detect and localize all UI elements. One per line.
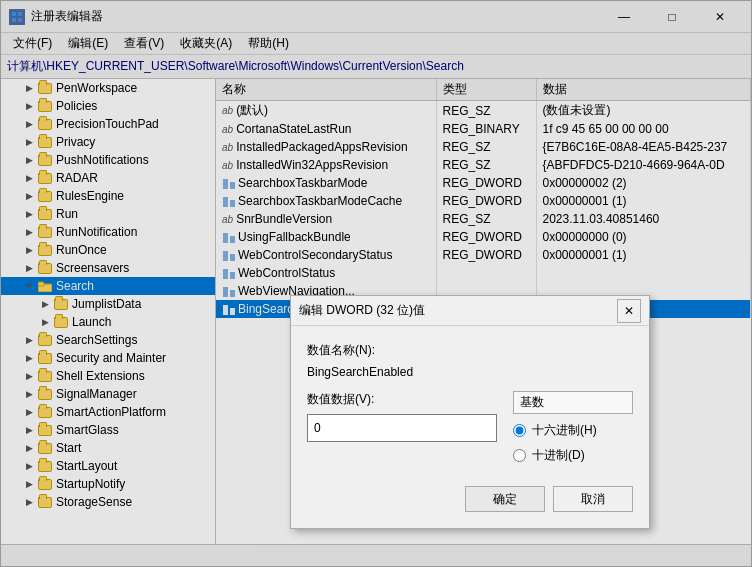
dec-radio-item[interactable]: 十进制(D) bbox=[513, 445, 633, 466]
edit-dword-dialog: 编辑 DWORD (32 位)值 ✕ 数值名称(N): BingSearchEn… bbox=[290, 295, 650, 529]
hex-radio[interactable] bbox=[513, 424, 526, 437]
dialog-body: 数值名称(N): BingSearchEnabled 数值数据(V): 基数 十… bbox=[291, 326, 649, 528]
name-value: BingSearchEnabled bbox=[307, 365, 633, 379]
dialog-close-button[interactable]: ✕ bbox=[617, 299, 641, 323]
dec-label: 十进制(D) bbox=[532, 447, 585, 464]
dec-radio[interactable] bbox=[513, 449, 526, 462]
base-section: 基数 十六进制(H) 十进制(D) bbox=[513, 391, 633, 470]
base-label: 基数 bbox=[513, 391, 633, 414]
dialog-row: 数值数据(V): 基数 十六进制(H) 十进制(D) bbox=[307, 391, 633, 470]
dialog-buttons: 确定 取消 bbox=[307, 486, 633, 512]
hex-radio-item[interactable]: 十六进制(H) bbox=[513, 420, 633, 441]
data-value-input[interactable] bbox=[307, 414, 497, 442]
data-label: 数值数据(V): bbox=[307, 391, 497, 408]
hex-label: 十六进制(H) bbox=[532, 422, 597, 439]
data-input-section: 数值数据(V): bbox=[307, 391, 497, 470]
dialog-title-bar: 编辑 DWORD (32 位)值 ✕ bbox=[291, 296, 649, 326]
ok-button[interactable]: 确定 bbox=[465, 486, 545, 512]
dialog-title: 编辑 DWORD (32 位)值 bbox=[299, 302, 617, 319]
name-label: 数值名称(N): bbox=[307, 342, 633, 359]
cancel-button[interactable]: 取消 bbox=[553, 486, 633, 512]
dialog-overlay: 编辑 DWORD (32 位)值 ✕ 数值名称(N): BingSearchEn… bbox=[0, 0, 752, 567]
